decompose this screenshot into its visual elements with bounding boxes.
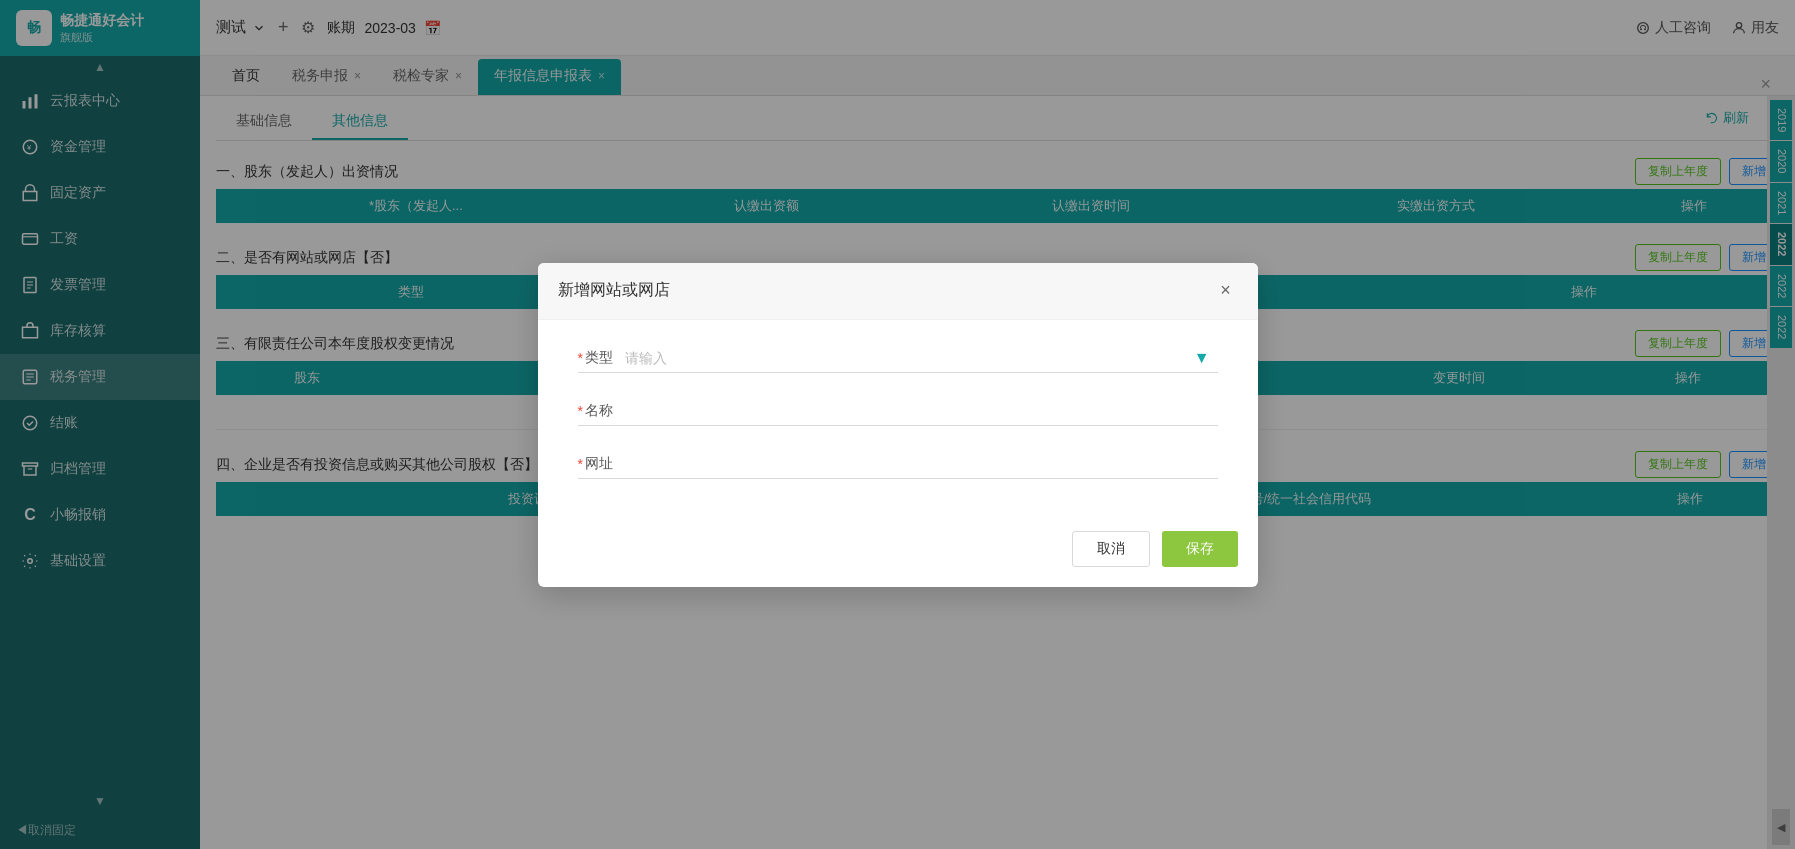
url-required-mark: * [578, 456, 583, 472]
form-field-type: * 类型 ▼ [578, 344, 1218, 373]
modal-close-icon: × [1220, 280, 1231, 301]
name-required-mark: * [578, 403, 583, 419]
type-label: 类型 [585, 349, 613, 367]
modal-header: 新增网站或网店 × [538, 263, 1258, 320]
modal-title: 新增网站或网店 [558, 280, 670, 301]
modal-dialog: 新增网站或网店 × * 类型 ▼ * 名称 [538, 263, 1258, 587]
type-dropdown-icon[interactable]: ▼ [1194, 349, 1210, 367]
cancel-button[interactable]: 取消 [1072, 531, 1150, 567]
name-label: 名称 [585, 402, 613, 420]
save-button[interactable]: 保存 [1162, 531, 1238, 567]
form-field-name: * 名称 [578, 397, 1218, 426]
url-label: 网址 [585, 455, 613, 473]
name-input-wrapper: * 名称 [578, 397, 1218, 426]
type-required-mark: * [578, 350, 583, 366]
name-input[interactable] [621, 397, 1218, 425]
type-input[interactable] [621, 344, 1218, 372]
url-input-wrapper: * 网址 [578, 450, 1218, 479]
modal-overlay[interactable]: 新增网站或网店 × * 类型 ▼ * 名称 [0, 0, 1795, 849]
modal-footer: 取消 保存 [538, 519, 1258, 587]
url-input[interactable] [621, 450, 1218, 478]
form-field-url: * 网址 [578, 450, 1218, 479]
type-input-wrapper: * 类型 ▼ [578, 344, 1218, 373]
modal-close-button[interactable]: × [1214, 279, 1238, 303]
modal-body: * 类型 ▼ * 名称 * 网址 [538, 320, 1258, 519]
